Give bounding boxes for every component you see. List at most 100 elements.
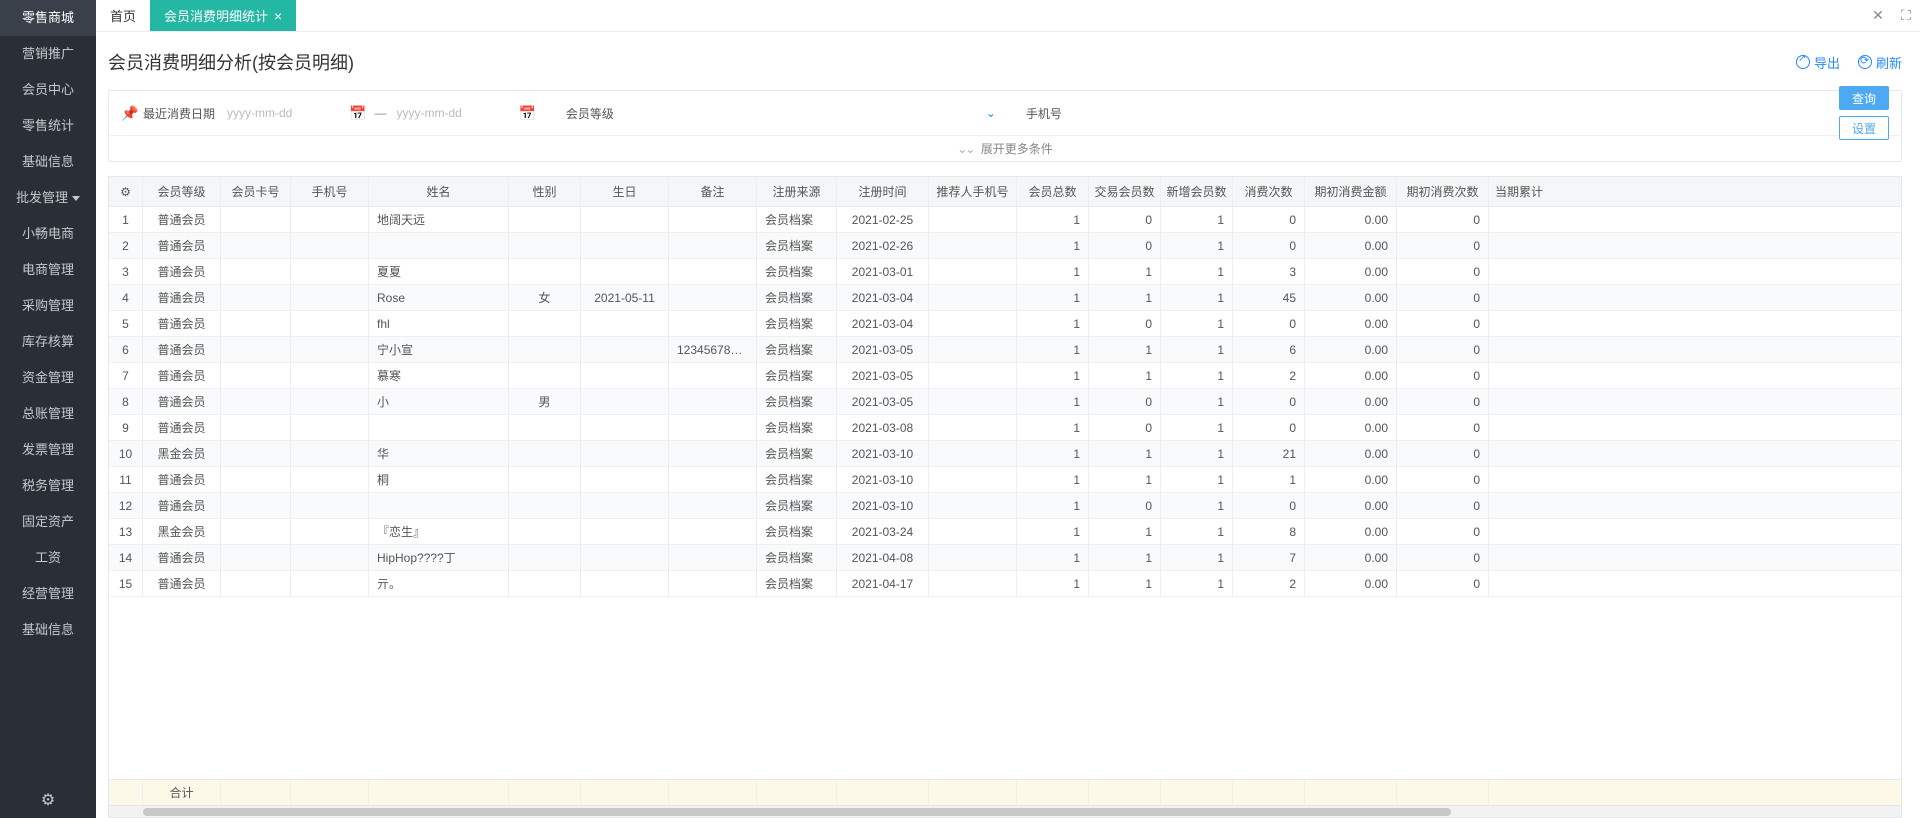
sidebar-item-16[interactable]: 经营管理: [0, 576, 96, 612]
footer-total-label: 合计: [143, 780, 221, 805]
member-level-select[interactable]: ⌄: [632, 106, 996, 121]
sidebar-item-15[interactable]: 工资: [0, 540, 96, 576]
refresh-icon: [1858, 55, 1872, 69]
table-row[interactable]: 14普通会员HipHop????丁会员档案2021-04-0811170.000: [109, 545, 1901, 571]
sidebar-item-1[interactable]: 营销推广: [0, 36, 96, 72]
col-member-trans[interactable]: 交易会员数: [1089, 177, 1161, 206]
sidebar-item-label: 基础信息: [22, 144, 74, 180]
query-button[interactable]: 查询: [1839, 86, 1889, 110]
sidebar-item-13[interactable]: 税务管理: [0, 468, 96, 504]
sidebar-item-12[interactable]: 发票管理: [0, 432, 96, 468]
sidebar-item-10[interactable]: 资金管理: [0, 360, 96, 396]
main-area: 首页 会员消费明细统计 × ✕ ⛶ 会员消费明细分析(按会员明细) 导出 刷新 …: [96, 0, 1920, 818]
calendar-icon[interactable]: 📅: [518, 105, 535, 122]
table-row[interactable]: 9普通会员会员档案2021-03-0810100.000: [109, 415, 1901, 441]
sidebar-item-8[interactable]: 采购管理: [0, 288, 96, 324]
col-init-amount[interactable]: 期初消费金额: [1305, 177, 1397, 206]
member-level-field: 会员等级 ⌄: [566, 105, 996, 122]
sidebar-item-label: 小畅电商: [22, 216, 74, 252]
col-level[interactable]: 会员等级: [143, 177, 221, 206]
table-row[interactable]: 8普通会员小男会员档案2021-03-0510100.000: [109, 389, 1901, 415]
sidebar-item-label: 零售商城: [22, 0, 74, 36]
col-consume-count[interactable]: 消费次数: [1233, 177, 1305, 206]
sidebar-item-label: 固定资产: [22, 504, 74, 540]
date-from-input[interactable]: [225, 105, 345, 122]
tab-label: 会员消费明细统计: [164, 6, 268, 25]
pin-icon[interactable]: 📌: [121, 105, 143, 122]
close-icon[interactable]: ×: [274, 9, 282, 23]
sidebar-item-2[interactable]: 会员中心: [0, 72, 96, 108]
sidebar-item-label: 会员中心: [22, 72, 74, 108]
sidebar-item-label: 发票管理: [22, 432, 74, 468]
sidebar-item-7[interactable]: 电商管理: [0, 252, 96, 288]
gear-column-icon[interactable]: ⚙: [109, 177, 143, 206]
table-row[interactable]: 12普通会员会员档案2021-03-1010100.000: [109, 493, 1901, 519]
sidebar-item-label: 电商管理: [22, 252, 74, 288]
table-row[interactable]: 10黑金会员华会员档案2021-03-10111210.000: [109, 441, 1901, 467]
tab-close-button[interactable]: ✕: [1864, 0, 1892, 31]
table-row[interactable]: 7普通会员慕寒会员档案2021-03-0511120.000: [109, 363, 1901, 389]
sidebar-item-9[interactable]: 库存核算: [0, 324, 96, 360]
sidebar-item-11[interactable]: 总账管理: [0, 396, 96, 432]
sidebar: 零售商城营销推广会员中心零售统计基础信息批发管理小畅电商电商管理采购管理库存核算…: [0, 0, 96, 818]
sidebar-item-label: 总账管理: [22, 396, 74, 432]
sidebar-item-label: 采购管理: [22, 288, 74, 324]
filter-panel: 📌 最近消费日期 📅 — 📅 会员等级 ⌄ 手机号: [108, 90, 1902, 162]
table-row[interactable]: 2普通会员会员档案2021-02-2610100.000: [109, 233, 1901, 259]
col-member-new[interactable]: 新增会员数: [1161, 177, 1233, 206]
col-src[interactable]: 注册来源: [757, 177, 837, 206]
table-row[interactable]: 11普通会员桐会员档案2021-03-1011110.000: [109, 467, 1901, 493]
chevron-down-icon: ⌄: [986, 106, 996, 120]
table-row[interactable]: 6普通会员宁小宣12345678…会员档案2021-03-0511160.000: [109, 337, 1901, 363]
table-row[interactable]: 13黑金会员『恋生』会员档案2021-03-2411180.000: [109, 519, 1901, 545]
chevron-double-down-icon: ⌄⌄: [957, 142, 973, 156]
col-current[interactable]: 当期累计: [1489, 177, 1549, 206]
sidebar-item-label: 批发管理: [16, 180, 68, 216]
settings-button[interactable]: 设置: [1839, 116, 1889, 140]
table-row[interactable]: 15普通会员亓。会员档案2021-04-1711120.000: [109, 571, 1901, 597]
sidebar-item-label: 资金管理: [22, 360, 74, 396]
tab-bar: 首页 会员消费明细统计 × ✕ ⛶: [96, 0, 1920, 32]
col-init-count[interactable]: 期初消费次数: [1397, 177, 1489, 206]
sidebar-item-4[interactable]: 基础信息: [0, 144, 96, 180]
horizontal-scrollbar[interactable]: [109, 805, 1901, 817]
sidebar-item-14[interactable]: 固定资产: [0, 504, 96, 540]
table-row[interactable]: 3普通会员夏夏会员档案2021-03-0111130.000: [109, 259, 1901, 285]
expand-filters[interactable]: ⌄⌄ 展开更多条件: [109, 135, 1901, 161]
sidebar-item-label: 工资: [35, 540, 61, 576]
scrollbar-thumb[interactable]: [143, 808, 1451, 816]
sidebar-item-0[interactable]: 零售商城: [0, 0, 96, 36]
date-to-input[interactable]: [394, 105, 514, 122]
col-phone[interactable]: 手机号: [291, 177, 369, 206]
tab-member-stats[interactable]: 会员消费明细统计 ×: [150, 0, 296, 31]
table-row[interactable]: 4普通会员Rose女2021-05-11会员档案2021-03-04111450…: [109, 285, 1901, 311]
col-gender[interactable]: 性别: [509, 177, 581, 206]
col-regtime[interactable]: 注册时间: [837, 177, 929, 206]
col-name[interactable]: 姓名: [369, 177, 509, 206]
table-row[interactable]: 1普通会员地阔天远会员档案2021-02-2510100.000: [109, 207, 1901, 233]
sidebar-item-17[interactable]: 基础信息: [0, 612, 96, 648]
table-header-row: ⚙ 会员等级 会员卡号 手机号 姓名 性别 生日 备注 注册来源 注册时间 推荐…: [109, 177, 1901, 207]
sidebar-item-5[interactable]: 批发管理: [0, 180, 96, 216]
sidebar-item-label: 营销推广: [22, 36, 74, 72]
sidebar-item-6[interactable]: 小畅电商: [0, 216, 96, 252]
settings-gear[interactable]: ⚙: [0, 782, 96, 818]
table-footer-row: 合计: [109, 779, 1901, 805]
col-remark[interactable]: 备注: [669, 177, 757, 206]
col-birth[interactable]: 生日: [581, 177, 669, 206]
tab-home[interactable]: 首页: [96, 0, 150, 31]
sidebar-item-3[interactable]: 零售统计: [0, 108, 96, 144]
col-card[interactable]: 会员卡号: [221, 177, 291, 206]
fullscreen-icon[interactable]: ⛶: [1892, 0, 1920, 31]
export-link[interactable]: 导出: [1796, 53, 1840, 72]
page-header: 会员消费明细分析(按会员明细) 导出 刷新: [108, 42, 1902, 82]
calendar-icon[interactable]: 📅: [349, 105, 366, 122]
col-refphone[interactable]: 推荐人手机号: [929, 177, 1017, 206]
date-range-field: 最近消费日期 📅 — 📅: [143, 105, 536, 122]
col-member-total[interactable]: 会员总数: [1017, 177, 1089, 206]
chevron-down-icon: [72, 196, 80, 201]
export-icon: [1796, 55, 1810, 69]
phone-input[interactable]: [1080, 105, 1300, 122]
table-row[interactable]: 5普通会员fhl会员档案2021-03-0410100.000: [109, 311, 1901, 337]
refresh-link[interactable]: 刷新: [1858, 53, 1902, 72]
